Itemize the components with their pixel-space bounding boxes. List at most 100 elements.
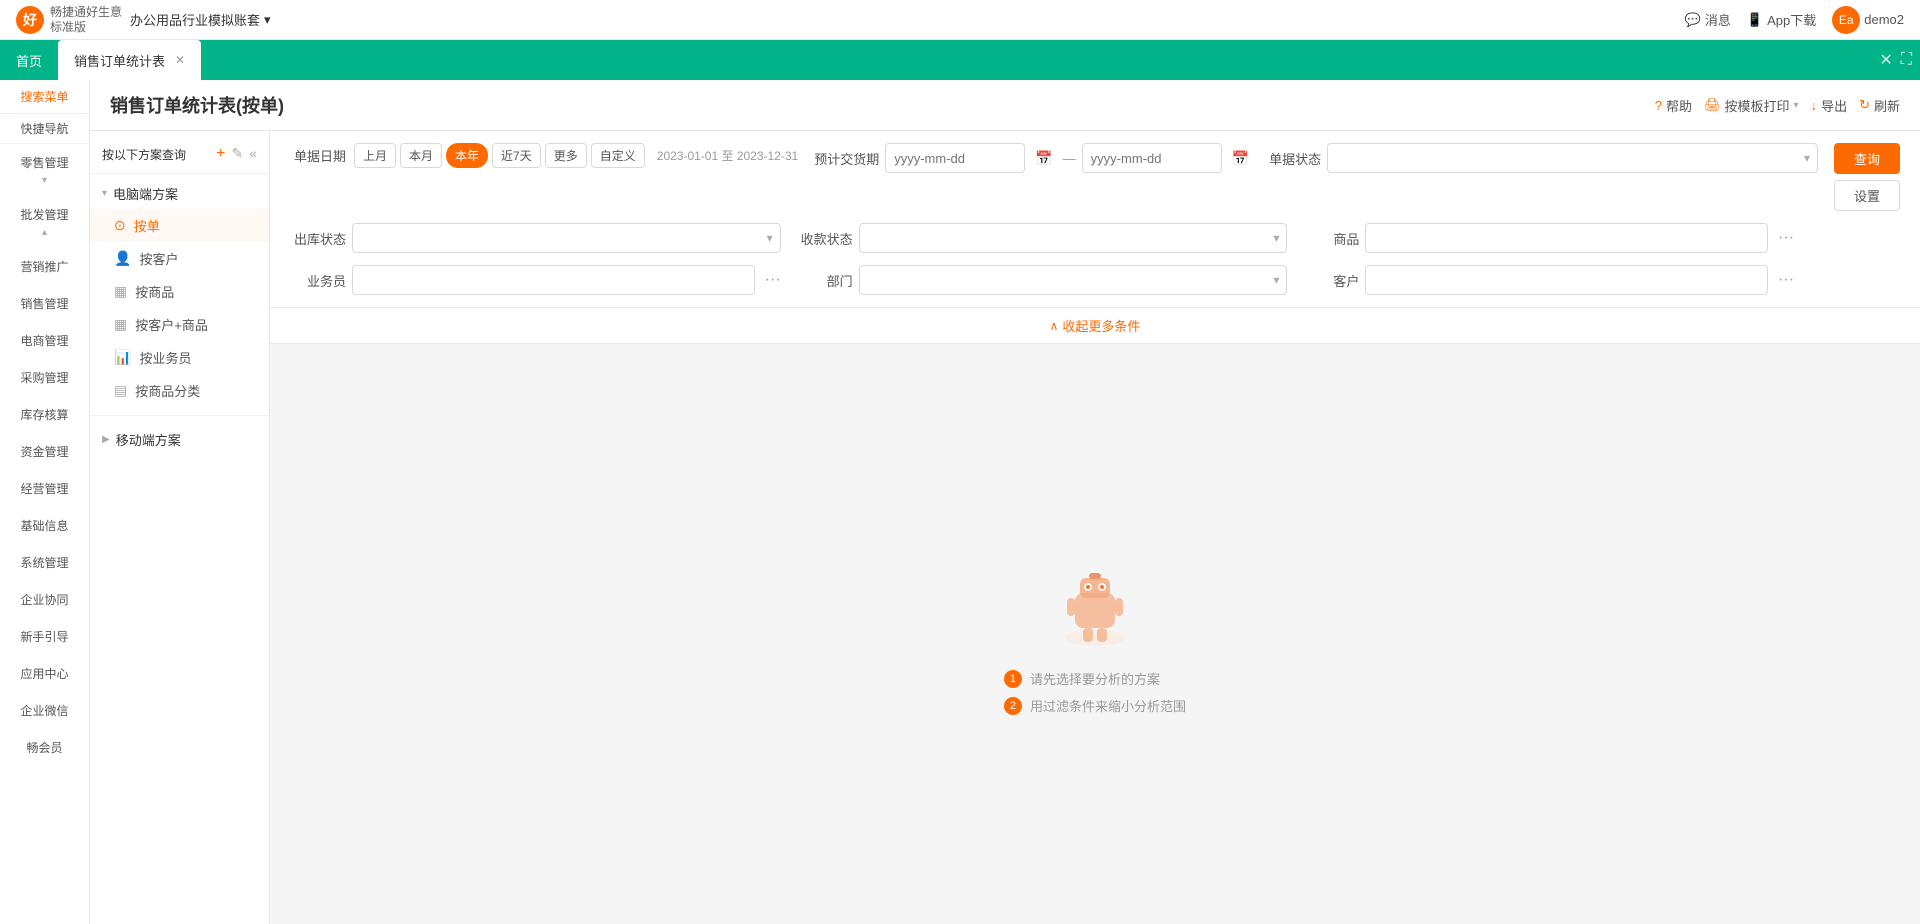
date-btn-last-7-days[interactable]: 近7天 (492, 143, 541, 168)
product-icon: ▦ (114, 283, 127, 300)
dept-label: 部门 (797, 271, 853, 290)
product-more-icon[interactable]: ··· (1778, 229, 1794, 247)
chart-icon: 📊 (114, 349, 131, 366)
date-btn-this-month[interactable]: 本月 (400, 143, 442, 168)
tab-sales-order-stats[interactable]: 销售订单统计表 ✕ (58, 40, 201, 80)
print-icon: 🖨 (1704, 97, 1721, 113)
tab-home[interactable]: 首页 (0, 40, 58, 80)
salesperson-label: 业务员 (290, 271, 346, 290)
tab-expand-icon[interactable]: ⛶ (1901, 51, 1912, 69)
inner-layout: 按以下方案查询 + ✎ « ▾ 电脑端方案 ⊙ 按单 (90, 131, 1920, 924)
sidebar-item-ecommerce[interactable]: 电商管理 (0, 322, 89, 359)
chevron-down-icon: ▾ (264, 12, 271, 28)
user-menu[interactable]: Ea demo2 (1832, 6, 1904, 34)
expected-date-start[interactable] (885, 143, 1025, 173)
help-icon: ? (1655, 98, 1662, 113)
add-scheme-icon[interactable]: + (216, 145, 225, 163)
calendar-end-icon[interactable]: 📅 (1232, 150, 1249, 167)
scheme-item-by-salesperson[interactable]: 📊 按业务员 (90, 341, 269, 374)
top-bar-left: 好 畅捷通好生意 标准版 办公用品行业模拟账套 ▾ (16, 5, 271, 34)
sidebar-item-newbie[interactable]: 新手引导 (0, 618, 89, 655)
sidebar-item-purchase[interactable]: 采购管理 (0, 359, 89, 396)
sidebar-item-wholesale[interactable]: 批发管理 ▴ (0, 196, 89, 248)
collapse-bar[interactable]: ∧ 收起更多条件 (270, 308, 1920, 344)
sidebar-quick-nav[interactable]: 快捷导航 (0, 114, 89, 144)
expected-date-end[interactable] (1082, 143, 1222, 173)
sidebar-item-system[interactable]: 系统管理 (0, 544, 89, 581)
tab-close-all-icon[interactable]: ✕ (1879, 50, 1892, 70)
edit-scheme-icon[interactable]: ✎ (231, 145, 243, 163)
filter-area: 单据日期 上月 本月 本年 近7天 更多 自定义 2023-01-01 至 20… (270, 131, 1920, 308)
empty-tip-2: 2 用过滤条件来缩小分析范围 (1004, 696, 1186, 715)
salesperson-input[interactable] (352, 265, 755, 295)
date-buttons: 上月 本月 本年 近7天 更多 自定义 (354, 143, 645, 168)
tip-num-2: 2 (1004, 697, 1022, 715)
collapse-scheme-icon[interactable]: « (249, 145, 257, 163)
sidebar-item-marketing[interactable]: 营销推广 (0, 248, 89, 285)
payment-status-select[interactable] (859, 223, 1288, 253)
salesperson-more-icon[interactable]: ··· (765, 271, 781, 289)
content-area: 销售订单统计表(按单) ? 帮助 🖨 按模板打印 ▾ ↓ 导出 ↻ 刷新 (90, 80, 1920, 924)
dept-select[interactable] (859, 265, 1288, 295)
app-selector[interactable]: 办公用品行业模拟账套 ▾ (130, 10, 271, 29)
messages-button[interactable]: 💬 消息 (1685, 10, 1731, 29)
sidebar-item-app-center[interactable]: 应用中心 (0, 655, 89, 692)
empty-state: 1 请先选择要分析的方案 2 用过滤条件来缩小分析范围 (1004, 553, 1186, 715)
date-filter-label: 单据日期 (290, 146, 346, 165)
sidebar-item-enterprise[interactable]: 企业协同 (0, 581, 89, 618)
customer-more-icon[interactable]: ··· (1778, 271, 1794, 289)
sidebar-item-vip[interactable]: 畅会员 (0, 729, 89, 766)
help-button[interactable]: ? 帮助 (1655, 96, 1692, 115)
export-button[interactable]: ↓ 导出 (1811, 96, 1848, 115)
sidebar-item-sales[interactable]: 销售管理 (0, 285, 89, 322)
sidebar-item-ops[interactable]: 经营管理 (0, 470, 89, 507)
chevron-right-icon: ▶ (102, 434, 110, 445)
filter-actions: 查询 设置 (1834, 143, 1900, 211)
scheme-item-by-customer-product[interactable]: ▦ 按客户+商品 (90, 308, 269, 341)
download-icon: 📱 (1747, 12, 1763, 28)
scheme-item-by-category[interactable]: ▤ 按商品分类 (90, 374, 269, 407)
sidebar: 搜索菜单 快捷导航 零售管理 ▾ 批发管理 ▴ 营销推广 销售管理 电商管理 采… (0, 80, 90, 924)
sidebar-item-retail[interactable]: 零售管理 ▾ (0, 144, 89, 196)
date-range-display: 2023-01-01 至 2023-12-31 (657, 147, 798, 164)
main-layout: 搜索菜单 快捷导航 零售管理 ▾ 批发管理 ▴ 营销推广 销售管理 电商管理 采… (0, 80, 1920, 924)
sidebar-item-corp-wechat[interactable]: 企业微信 (0, 692, 89, 729)
sidebar-item-basic[interactable]: 基础信息 (0, 507, 89, 544)
product-input[interactable] (1365, 223, 1768, 253)
expected-date-label: 预计交货期 (814, 149, 879, 168)
scheme-panel-header: 按以下方案查询 + ✎ « (90, 139, 269, 169)
scheme-section-pc[interactable]: ▾ 电脑端方案 (90, 178, 269, 209)
settings-button[interactable]: 设置 (1834, 180, 1900, 211)
sidebar-item-finance[interactable]: 资金管理 (0, 433, 89, 470)
date-btn-this-year[interactable]: 本年 (446, 143, 488, 168)
scheme-item-by-order[interactable]: ⊙ 按单 (90, 209, 269, 242)
chevron-down-icon: ▾ (102, 188, 107, 199)
app-download-button[interactable]: 📱 App下载 (1747, 10, 1816, 29)
doc-status-select[interactable] (1327, 143, 1818, 173)
scheme-item-by-product[interactable]: ▦ 按商品 (90, 275, 269, 308)
product-label: 商品 (1303, 229, 1359, 248)
list-icon: ▤ (114, 382, 127, 399)
template-print-button[interactable]: 🖨 按模板打印 ▾ (1704, 96, 1799, 115)
page-header-actions: ? 帮助 🖨 按模板打印 ▾ ↓ 导出 ↻ 刷新 (1655, 96, 1900, 127)
sidebar-item-inventory[interactable]: 库存核算 (0, 396, 89, 433)
right-panel: 单据日期 上月 本月 本年 近7天 更多 自定义 2023-01-01 至 20… (270, 131, 1920, 924)
calendar-start-icon[interactable]: 📅 (1035, 150, 1052, 167)
query-button[interactable]: 查询 (1834, 143, 1900, 174)
refresh-button[interactable]: ↻ 刷新 (1859, 96, 1900, 115)
tab-bar-right: ✕ ⛶ (1879, 50, 1920, 70)
scheme-item-by-customer[interactable]: 👤 按客户 (90, 242, 269, 275)
date-btn-last-month[interactable]: 上月 (354, 143, 396, 168)
logo-icon: 好 (16, 6, 44, 34)
tip-num-1: 1 (1004, 670, 1022, 688)
ship-status-select[interactable] (352, 223, 781, 253)
customer-icon: 👤 (114, 250, 131, 267)
chevron-up-icon: ▴ (42, 227, 47, 238)
date-btn-custom[interactable]: 自定义 (591, 143, 645, 168)
tab-close-icon[interactable]: ✕ (175, 53, 185, 67)
customer-input[interactable] (1365, 265, 1768, 295)
sidebar-search[interactable]: 搜索菜单 (0, 80, 89, 114)
logo-area: 好 畅捷通好生意 标准版 (16, 5, 122, 34)
date-btn-more[interactable]: 更多 (545, 143, 587, 168)
scheme-section-mobile[interactable]: ▶ 移动端方案 (90, 424, 269, 455)
